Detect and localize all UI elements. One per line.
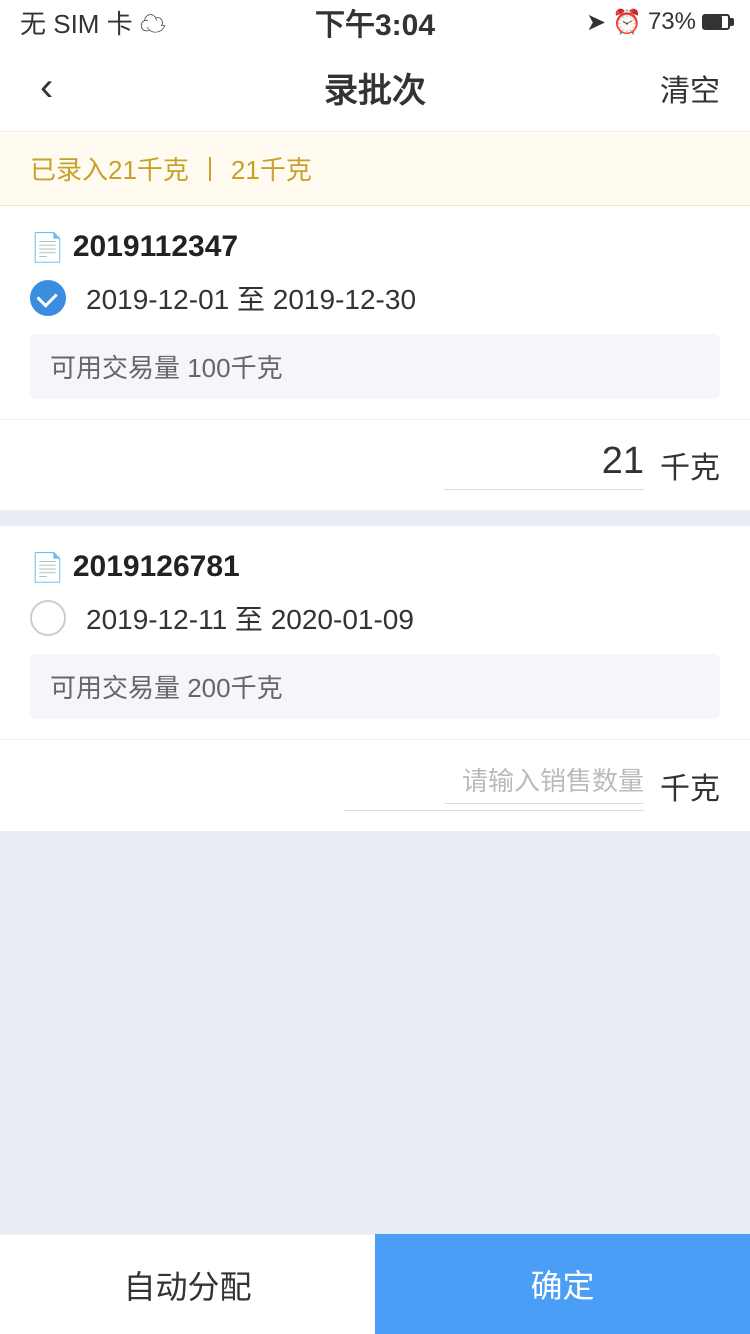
location-icon: ➤ <box>586 8 606 37</box>
batch-2-quantity-row: 千克 <box>0 739 750 831</box>
banner-divider <box>209 157 211 181</box>
batch-1-date-row[interactable]: 2019-12-01 至 2019-12-30 <box>30 278 720 318</box>
batch-1-available: 可用交易量 100千克 <box>30 334 720 399</box>
batch-1-unit: 千克 <box>660 443 720 487</box>
batch-2-unit: 千克 <box>660 764 720 808</box>
batch-2-header: 📄 2019126781 <box>30 550 720 584</box>
page: 无 SIM 卡 ☁ 下午3:04 ➤ ⏰ 73% ‹ 录批次 清空 已录入21千… <box>0 0 750 1334</box>
status-bar: 无 SIM 卡 ☁ 下午3:04 ➤ ⏰ 73% <box>0 0 750 44</box>
sim-label: 无 SIM 卡 ☁ <box>20 4 166 41</box>
auto-distribute-button[interactable]: 自动分配 <box>0 1234 375 1334</box>
batch-2-icon: 📄 <box>30 551 65 584</box>
batch-2-date-row[interactable]: 2019-12-11 至 2020-01-09 <box>30 598 720 638</box>
clear-button[interactable]: 清空 <box>660 66 720 110</box>
status-left: 无 SIM 卡 ☁ <box>20 4 166 41</box>
batch-1-icon: 📄 <box>30 231 65 264</box>
batch-2-id: 2019126781 <box>73 550 240 584</box>
battery-icon <box>702 14 730 30</box>
batch-1-radio[interactable] <box>30 280 66 316</box>
batch-1-date: 2019-12-01 至 2019-12-30 <box>86 278 416 318</box>
recorded-value: 21千克 <box>231 150 312 187</box>
batch-1-id: 2019112347 <box>73 230 238 264</box>
batch-2-radio[interactable] <box>30 600 66 636</box>
batch-2-date: 2019-12-11 至 2020-01-09 <box>86 598 414 638</box>
status-time: 下午3:04 <box>315 0 435 44</box>
empty-area <box>0 831 750 1234</box>
confirm-button[interactable]: 确定 <box>375 1234 750 1334</box>
back-button[interactable]: ‹ <box>30 55 63 120</box>
batch-2-available: 可用交易量 200千克 <box>30 654 720 719</box>
info-banner: 已录入21千克 21千克 <box>0 132 750 206</box>
batch-1-quantity-row: 21 千克 <box>0 419 750 510</box>
section-separator-1 <box>0 510 750 526</box>
batch-card-1: 📄 2019112347 2019-12-01 至 2019-12-30 可用交… <box>0 206 750 419</box>
status-right: ➤ ⏰ 73% <box>586 8 730 37</box>
batch-card-2: 📄 2019126781 2019-12-11 至 2020-01-09 可用交… <box>0 526 750 739</box>
alarm-icon: ⏰ <box>612 8 642 37</box>
batch-2-quantity-input[interactable] <box>444 760 644 804</box>
battery-label: 73% <box>648 8 696 36</box>
batch-1-header: 📄 2019112347 <box>30 230 720 264</box>
bottom-bar: 自动分配 确定 <box>0 1234 750 1334</box>
batch-1-quantity-value: 21 <box>602 440 644 483</box>
page-title: 录批次 <box>324 63 426 112</box>
recorded-label: 已录入21千克 <box>30 150 189 187</box>
nav-bar: ‹ 录批次 清空 <box>0 44 750 132</box>
